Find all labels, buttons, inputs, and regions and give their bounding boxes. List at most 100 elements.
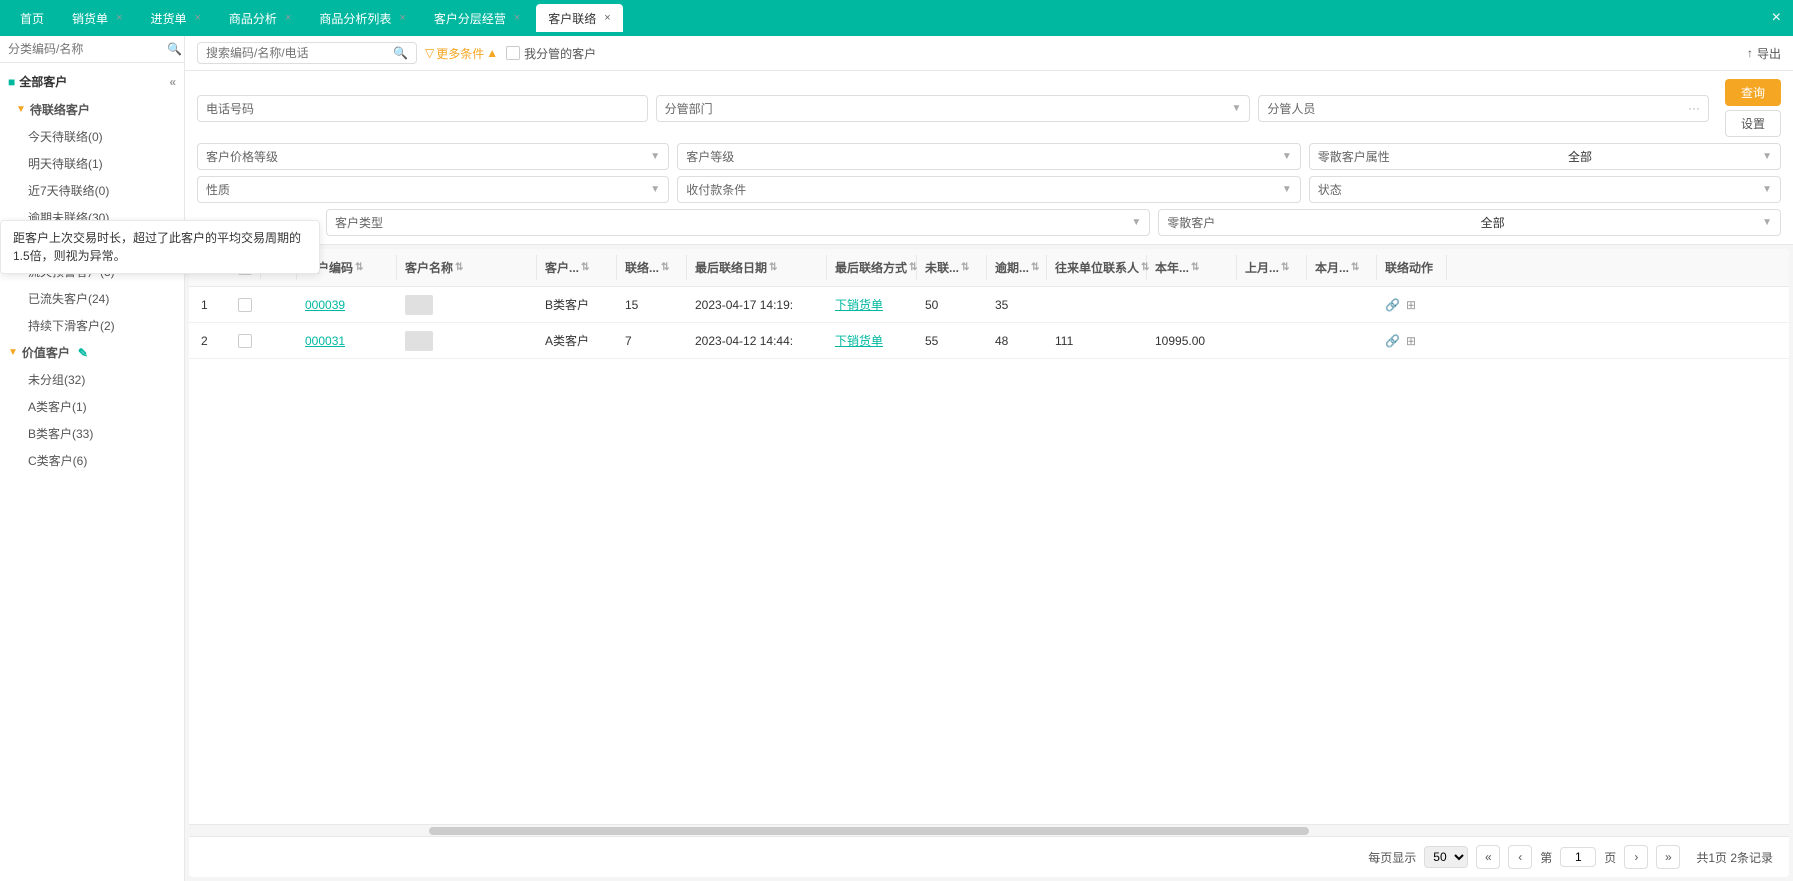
td-check-2[interactable]: [229, 330, 261, 352]
sidebar-search-icon[interactable]: 🔍: [167, 42, 182, 56]
th-level[interactable]: 客户... ⇅: [537, 255, 617, 280]
td-code-2[interactable]: 000031: [297, 330, 397, 352]
tooltip-box: 距客户上次交易时长，超过了此客户的平均交易周期的1.5倍，则视为异常。: [0, 220, 185, 274]
td-last-method-2[interactable]: 下销货单: [827, 328, 917, 353]
sidebar-class-a[interactable]: A类客户(1): [0, 393, 184, 420]
close-customer-contact[interactable]: ×: [604, 12, 610, 24]
sidebar-class-c[interactable]: C类客户(6): [0, 447, 184, 474]
action-link-1[interactable]: 🔗: [1385, 298, 1400, 312]
per-page-select[interactable]: 50: [1424, 846, 1468, 868]
th-overdue[interactable]: 逾期... ⇅: [987, 255, 1047, 280]
last-page-btn[interactable]: »: [1656, 845, 1680, 869]
value-customer-edit[interactable]: ✎: [78, 346, 88, 360]
customer-type-field[interactable]: 客户类型 ▼: [326, 209, 1150, 236]
close-sales-order[interactable]: ×: [116, 12, 122, 24]
th-name[interactable]: 客户名称 ⇅: [397, 255, 537, 280]
td-unreached-2: 55: [917, 330, 987, 352]
th-last-month[interactable]: 上月... ⇅: [1237, 255, 1307, 280]
close-product-analysis-list[interactable]: ×: [399, 12, 405, 24]
sidebar-week-pending[interactable]: 近7天待联络(0): [0, 177, 184, 204]
sidebar-lost-customers[interactable]: 已流失客户(24): [0, 285, 184, 312]
sort-code[interactable]: ⇅: [355, 262, 363, 273]
action-grid-2[interactable]: ⊞: [1406, 334, 1416, 348]
filter-toolbar: 🔍 ▽ 更多条件 ▲ 我分管的客户 ↑ 导出: [185, 36, 1793, 71]
sort-level[interactable]: ⇅: [581, 262, 589, 273]
my-customers-check[interactable]: 我分管的客户: [506, 45, 596, 62]
td-index-1: 1: [193, 294, 229, 316]
first-page-btn[interactable]: «: [1476, 845, 1500, 869]
tab-product-analysis[interactable]: 商品分析 ×: [217, 4, 303, 32]
tab-purchase-order[interactable]: 进货单 ×: [138, 4, 212, 32]
sidebar-search-bar: 🔍: [0, 36, 184, 63]
sort-unreached[interactable]: ⇅: [961, 262, 969, 273]
sort-contacts[interactable]: ⇅: [661, 262, 669, 273]
prev-page-btn[interactable]: ‹: [1508, 845, 1532, 869]
th-this-month[interactable]: 本月... ⇅: [1307, 255, 1377, 280]
td-colleague-1: [1047, 301, 1147, 309]
sidebar-all-customers[interactable]: ■ 全部客户 «: [0, 67, 184, 96]
td-code-1[interactable]: 000039: [297, 294, 397, 316]
tab-sales-order[interactable]: 销货单 ×: [60, 4, 134, 32]
sort-last-date[interactable]: ⇅: [769, 262, 777, 273]
sidebar-tomorrow-pending[interactable]: 明天待联络(1): [0, 150, 184, 177]
manager-field[interactable]: 分管人员 ···: [1258, 95, 1709, 122]
td-last-method-1[interactable]: 下销货单: [827, 292, 917, 317]
sidebar-class-b[interactable]: B类客户(33): [0, 420, 184, 447]
th-contacts[interactable]: 联络... ⇅: [617, 255, 687, 280]
more-conditions-btn[interactable]: ▽ 更多条件 ▲: [425, 45, 498, 62]
department-field[interactable]: 分管部门 ▼: [656, 95, 1251, 122]
top-navigation: 首页 销货单 × 进货单 × 商品分析 × 商品分析列表 × 客户分层经营 × …: [0, 0, 1793, 36]
status-field[interactable]: 状态 ▼: [1309, 176, 1781, 203]
close-customer-stratification[interactable]: ×: [514, 12, 520, 24]
sort-this-month[interactable]: ⇅: [1351, 262, 1359, 273]
sidebar-collapse-btn[interactable]: «: [169, 75, 176, 89]
sort-this-year[interactable]: ⇅: [1191, 262, 1199, 273]
level-chevron: ▼: [1282, 151, 1292, 162]
td-check-1[interactable]: [229, 294, 261, 316]
th-unreached[interactable]: 未联... ⇅: [917, 255, 987, 280]
sort-last-month[interactable]: ⇅: [1281, 262, 1289, 273]
sort-name[interactable]: ⇅: [455, 262, 463, 273]
table-row: 2 000031 A类客户 7 2023-04-12 14:44: 下销货单 5…: [189, 323, 1789, 359]
my-customers-checkbox[interactable]: [506, 46, 520, 60]
page-input[interactable]: [1560, 847, 1596, 867]
row1-checkbox[interactable]: [238, 298, 252, 312]
export-button[interactable]: ↑ 导出: [1747, 45, 1781, 62]
th-last-date[interactable]: 最后联络日期 ⇅: [687, 255, 827, 280]
horizontal-scrollbar[interactable]: [189, 824, 1789, 836]
action-grid-1[interactable]: ⊞: [1406, 298, 1416, 312]
th-last-method[interactable]: 最后联络方式 ⇅: [827, 255, 917, 280]
scroll-thumb[interactable]: [429, 827, 1309, 835]
tab-home[interactable]: 首页: [8, 4, 56, 32]
settings-button[interactable]: 设置: [1725, 110, 1781, 137]
phone-field[interactable]: 电话号码: [197, 95, 648, 122]
close-product-analysis[interactable]: ×: [285, 12, 291, 24]
retail-attr-field[interactable]: 零散客户属性 全部 ▼: [1309, 143, 1781, 170]
sidebar-value-customers-title[interactable]: ▼ 价值客户 ✎: [0, 339, 184, 366]
tab-product-analysis-list[interactable]: 商品分析列表 ×: [307, 4, 417, 32]
price-level-field[interactable]: 客户价格等级 ▼: [197, 143, 669, 170]
customer-level-field[interactable]: 客户等级 ▼: [677, 143, 1301, 170]
search-input[interactable]: [206, 46, 389, 60]
payment-term-field[interactable]: 收付款条件 ▼: [677, 176, 1301, 203]
row2-checkbox[interactable]: [238, 334, 252, 348]
action-link-2[interactable]: 🔗: [1385, 334, 1400, 348]
sidebar-search-input[interactable]: [8, 42, 163, 56]
sort-overdue[interactable]: ⇅: [1031, 262, 1039, 273]
retail-customer-field[interactable]: 零散客户 全部 ▼: [1158, 209, 1781, 236]
sidebar-today-pending[interactable]: 今天待联络(0): [0, 123, 184, 150]
sidebar-ungrouped[interactable]: 未分组(32): [0, 366, 184, 393]
gender-field[interactable]: 性质 ▼: [197, 176, 669, 203]
close-purchase-order[interactable]: ×: [194, 12, 200, 24]
tab-customer-stratification[interactable]: 客户分层经营 ×: [422, 4, 532, 32]
th-colleague[interactable]: 往来单位联系人 ⇅: [1047, 255, 1147, 280]
next-page-btn[interactable]: ›: [1624, 845, 1648, 869]
sidebar-section-pending[interactable]: ▼ 待联络客户: [0, 96, 184, 123]
query-button[interactable]: 查询: [1725, 79, 1781, 106]
td-settings-1: [261, 301, 297, 309]
tab-customer-contact[interactable]: 客户联络 ×: [536, 4, 622, 32]
sidebar-declining-customers[interactable]: 持续下滑客户(2): [0, 312, 184, 339]
window-close[interactable]: ×: [1768, 5, 1785, 31]
search-icon[interactable]: 🔍: [393, 46, 408, 60]
th-this-year[interactable]: 本年... ⇅: [1147, 255, 1237, 280]
